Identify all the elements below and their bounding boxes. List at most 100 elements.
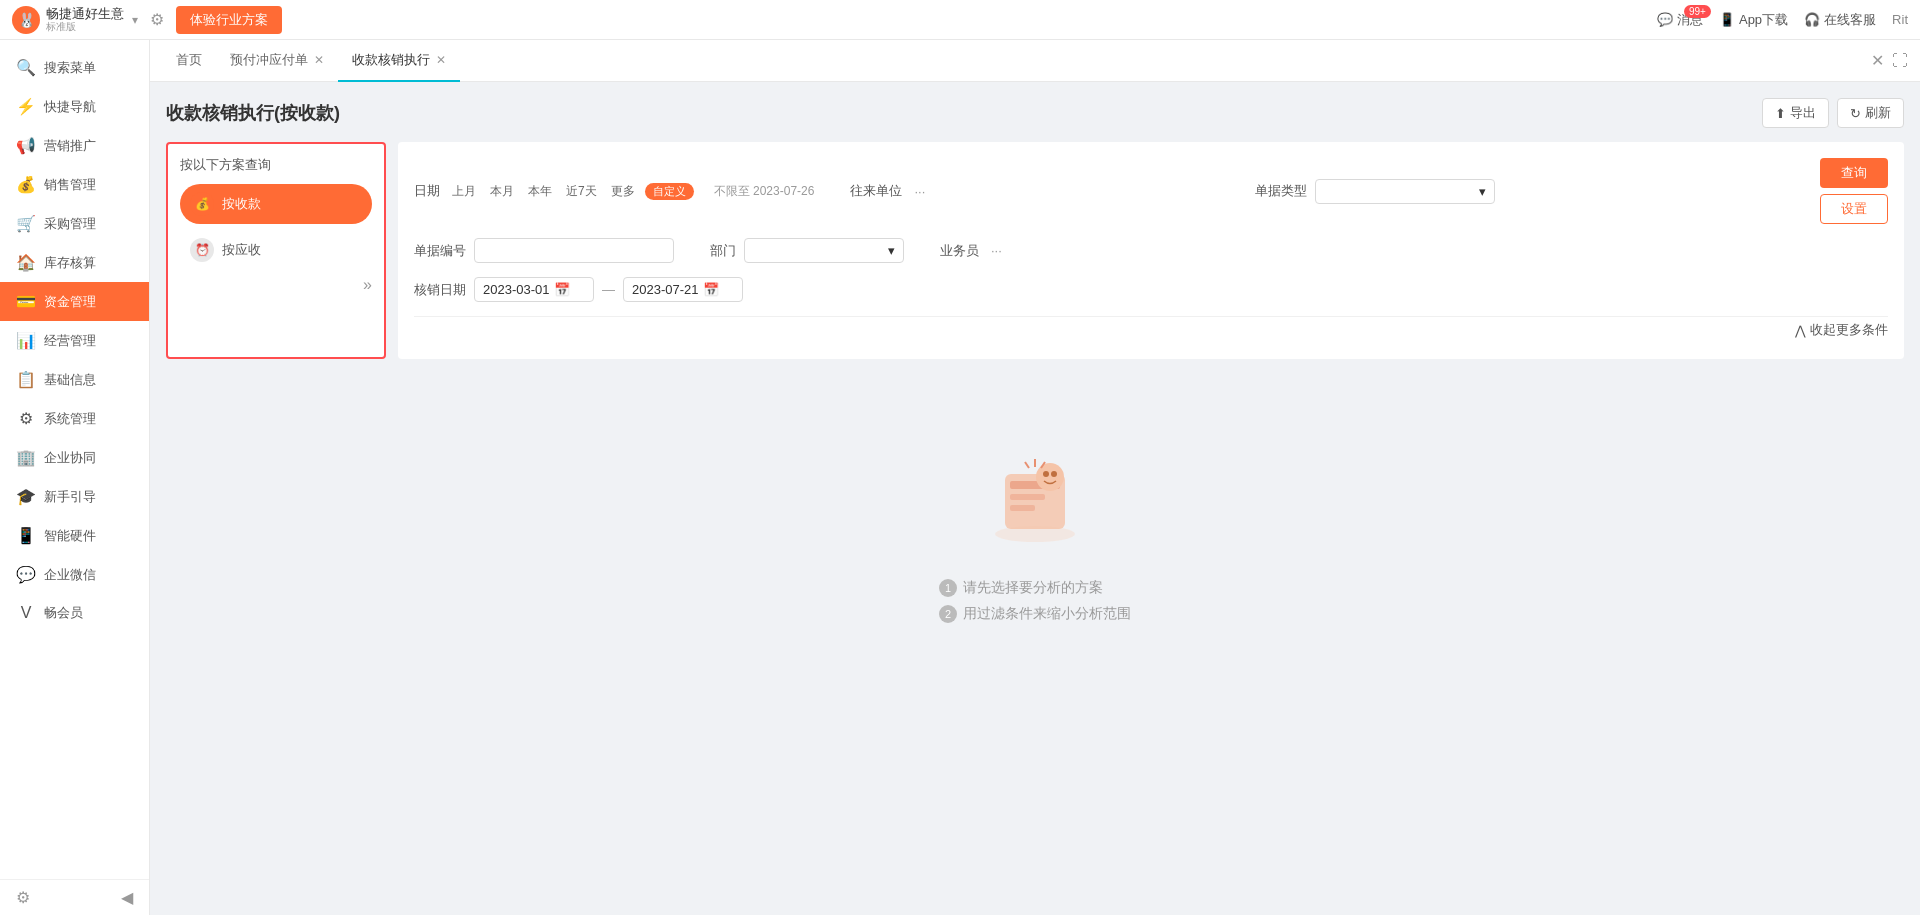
empty-tip-1: 1 请先选择要分析的方案 (939, 579, 1131, 597)
tip-num-2: 2 (939, 605, 957, 623)
tab-expand-button[interactable]: ⛶ (1892, 52, 1908, 70)
solution-button[interactable]: 体验行业方案 (176, 6, 282, 34)
sidebar-item-purchase[interactable]: 🛒 采购管理 (0, 204, 149, 243)
dropdown-arrow-icon[interactable]: ▾ (132, 13, 138, 27)
refresh-label: 刷新 (1865, 104, 1891, 122)
customer-service-item[interactable]: 🎧 在线客服 (1804, 11, 1876, 29)
doc-type-field: 单据类型 ▾ (1255, 179, 1495, 204)
sidebar-item-enterprise[interactable]: 🏢 企业协同 (0, 438, 149, 477)
refresh-button[interactable]: ↻ 刷新 (1837, 98, 1904, 128)
tip-text-1: 请先选择要分析的方案 (963, 579, 1103, 597)
settings-icon[interactable]: ⚙ (150, 10, 164, 29)
quick-icon: ⚡ (16, 97, 36, 116)
marketing-icon: 📢 (16, 136, 36, 155)
receivable-option-label: 按应收 (222, 241, 261, 259)
sidebar-item-hardware[interactable]: 📱 智能硬件 (0, 516, 149, 555)
user-name[interactable]: Rit (1892, 12, 1908, 27)
filter-option-receivable[interactable]: ⏰ 按应收 (180, 230, 372, 270)
message-item[interactable]: 💬 消息 99+ (1657, 11, 1703, 29)
query-button[interactable]: 查询 (1820, 158, 1888, 188)
export-label: 导出 (1790, 104, 1816, 122)
sidebar-label-purchase: 采购管理 (44, 215, 96, 233)
tab-home[interactable]: 首页 (162, 40, 216, 82)
doc-type-select[interactable]: ▾ (1315, 179, 1495, 204)
shortcut-last-month[interactable]: 上月 (448, 181, 480, 202)
tab-close-all-button[interactable]: ✕ (1871, 51, 1884, 70)
hardware-icon: 📱 (16, 526, 36, 545)
collapse-more-button[interactable]: ⋀ 收起更多条件 (414, 316, 1888, 343)
doc-number-input[interactable] (474, 238, 674, 263)
bottom-settings-icon[interactable]: ⚙ (16, 888, 30, 907)
tab-home-label: 首页 (176, 51, 202, 69)
sidebar-item-member[interactable]: V 畅会员 (0, 594, 149, 632)
sidebar-label-quick: 快捷导航 (44, 98, 96, 116)
sidebar-item-finance[interactable]: 💳 资金管理 (0, 282, 149, 321)
sidebar-item-basic[interactable]: 📋 基础信息 (0, 360, 149, 399)
sidebar-label-enterprise: 企业协同 (44, 449, 96, 467)
tab-prepay-label: 预付冲应付单 (230, 51, 308, 69)
custom-date-tag[interactable]: 自定义 (645, 183, 694, 200)
topbar-right: 💬 消息 99+ 📱 App下载 🎧 在线客服 Rit (1657, 11, 1908, 29)
sidebar-item-sales[interactable]: 💰 销售管理 (0, 165, 149, 204)
finance-icon: 💳 (16, 292, 36, 311)
empty-illustration (975, 439, 1095, 559)
counterparty-label: 往来单位 (850, 182, 902, 200)
verif-date-start-value: 2023-03-01 (483, 282, 550, 297)
tab-prepay-close-icon[interactable]: ✕ (314, 53, 324, 67)
receipt-option-icon: 💰 (190, 192, 214, 216)
sidebar-label-inventory: 库存核算 (44, 254, 96, 272)
sidebar-item-search[interactable]: 🔍 搜索菜单 (0, 48, 149, 87)
brand-name: 畅捷通好生意 (46, 6, 124, 22)
sidebar-item-wechat[interactable]: 💬 企业微信 (0, 555, 149, 594)
collapse-label: 收起更多条件 (1810, 321, 1888, 339)
sidebar-item-guide[interactable]: 🎓 新手引导 (0, 477, 149, 516)
basic-icon: 📋 (16, 370, 36, 389)
tip-text-2: 用过滤条件来缩小分析范围 (963, 605, 1131, 623)
sidebar-item-inventory[interactable]: 🏠 库存核算 (0, 243, 149, 282)
tabs-actions: ✕ ⛶ (1871, 51, 1908, 70)
shortcut-this-year[interactable]: 本年 (524, 181, 556, 202)
filter-panel-title: 按以下方案查询 (180, 156, 372, 174)
calendar-start-icon: 📅 (554, 282, 570, 297)
sidebar-label-sales: 销售管理 (44, 176, 96, 194)
wechat-icon: 💬 (16, 565, 36, 584)
svg-point-5 (1036, 463, 1064, 491)
filter-collapse-button[interactable]: » (180, 276, 372, 294)
setting-button[interactable]: 设置 (1820, 194, 1888, 224)
main-layout: 🔍 搜索菜单 ⚡ 快捷导航 📢 营销推广 💰 销售管理 🛒 采购管理 🏠 (0, 40, 1920, 915)
shortcut-more[interactable]: 更多 (607, 181, 639, 202)
sidebar-label-guide: 新手引导 (44, 488, 96, 506)
department-select[interactable]: ▾ (744, 238, 904, 263)
sidebar-item-system[interactable]: ⚙ 系统管理 (0, 399, 149, 438)
filter-left-panel: 按以下方案查询 💰 按收款 ⏰ 按应收 » (166, 142, 386, 359)
topbar: 🐰 畅捷通好生意 标准版 ▾ ⚙ 体验行业方案 💬 消息 99+ 📱 App下载… (0, 0, 1920, 40)
system-icon: ⚙ (16, 409, 36, 428)
date-shortcuts: 上月 本月 本年 近7天 更多 自定义 (448, 181, 694, 202)
counterparty-ellipsis[interactable]: ··· (910, 184, 929, 199)
tabs-bar: 首页 预付冲应付单 ✕ 收款核销执行 ✕ ✕ ⛶ (150, 40, 1920, 82)
sidebar-item-marketing[interactable]: 📢 营销推广 (0, 126, 149, 165)
doc-number-label: 单据编号 (414, 242, 466, 260)
brand: 畅捷通好生意 标准版 (46, 6, 124, 34)
inventory-icon: 🏠 (16, 253, 36, 272)
sidebar-collapse-button[interactable]: ◀ (121, 888, 133, 907)
filter-row-2: 单据编号 部门 ▾ 业务员 ··· (414, 238, 1888, 263)
sidebar-item-quick[interactable]: ⚡ 快捷导航 (0, 87, 149, 126)
calendar-end-icon: 📅 (703, 282, 719, 297)
export-button[interactable]: ⬆ 导出 (1762, 98, 1829, 128)
page-header: 收款核销执行(按收款) ⬆ 导出 ↻ 刷新 (166, 98, 1904, 128)
app-download-item[interactable]: 📱 App下载 (1719, 11, 1788, 29)
filter-option-receipt[interactable]: 💰 按收款 (180, 184, 372, 224)
doc-number-field: 单据编号 (414, 238, 674, 263)
sidebar-item-operations[interactable]: 📊 经营管理 (0, 321, 149, 360)
tab-receipt[interactable]: 收款核销执行 ✕ (338, 40, 460, 82)
enterprise-icon: 🏢 (16, 448, 36, 467)
tab-receipt-close-icon[interactable]: ✕ (436, 53, 446, 67)
verif-date-end-input[interactable]: 2023-07-21 📅 (623, 277, 743, 302)
shortcut-this-month[interactable]: 本月 (486, 181, 518, 202)
doc-type-label: 单据类型 (1255, 182, 1307, 200)
employee-ellipsis[interactable]: ··· (987, 243, 1006, 258)
tab-prepay[interactable]: 预付冲应付单 ✕ (216, 40, 338, 82)
verif-date-start-input[interactable]: 2023-03-01 📅 (474, 277, 594, 302)
shortcut-7days[interactable]: 近7天 (562, 181, 601, 202)
